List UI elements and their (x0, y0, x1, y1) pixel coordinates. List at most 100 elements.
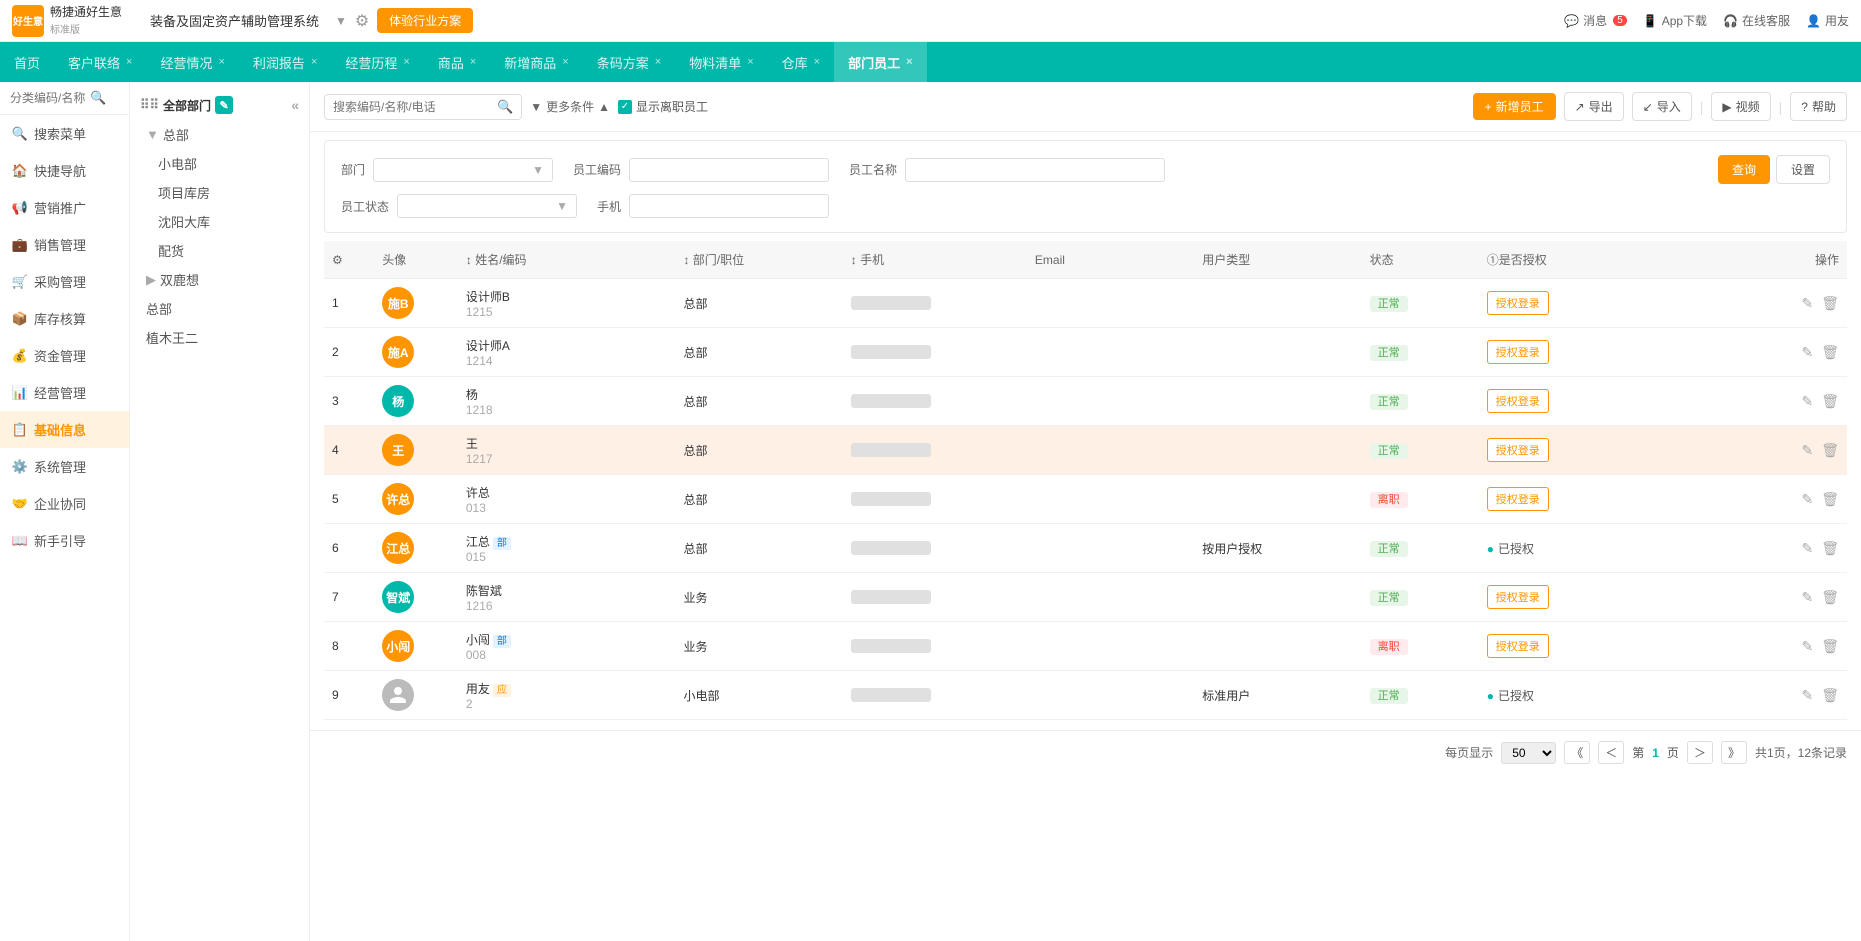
sidebar-search-icon[interactable]: 🔍 (90, 90, 106, 106)
dept-edit-icon[interactable]: ✎ (215, 96, 233, 114)
filter-dept-select[interactable]: ▼ (373, 158, 553, 182)
edit-btn[interactable]: ✎ (1801, 442, 1813, 459)
sidebar-item-basic[interactable]: 📋 基础信息 (0, 411, 129, 448)
auth-login-btn[interactable]: 授权登录 (1487, 340, 1549, 364)
dept-tree-zhenmuwang[interactable]: 植木王二 (130, 323, 309, 352)
next-btn[interactable]: ＞ (1687, 741, 1713, 764)
nav-tab-barcode[interactable]: 条码方案 × (583, 42, 675, 82)
more-filter-btn[interactable]: ▼ 更多条件 ▲ (530, 98, 610, 115)
auth-login-btn[interactable]: 授权登录 (1487, 585, 1549, 609)
online-service-btn[interactable]: 🎧 在线客服 (1723, 12, 1790, 29)
filter-status-select[interactable]: ▼ (397, 194, 577, 218)
delete-btn[interactable]: 🗑 (1821, 393, 1839, 410)
dept-tree-zongbu[interactable]: ▼ 总部 (130, 120, 309, 149)
dept-tree-zongbu2[interactable]: 总部 (130, 294, 309, 323)
nav-tab-operation-stat[interactable]: 经营情况 × (146, 42, 238, 82)
set-btn[interactable]: 设置 (1776, 155, 1830, 184)
filter-code-input[interactable] (629, 158, 829, 182)
dept-tree-distribution[interactable]: 配货 (130, 236, 309, 265)
sidebar-item-guide[interactable]: 📖 新手引导 (0, 522, 129, 559)
sys-title-dropdown[interactable]: ▼ (335, 14, 347, 28)
sidebar-item-purchase[interactable]: 🛒 采购管理 (0, 263, 129, 300)
delete-btn[interactable]: 🗑 (1821, 295, 1839, 312)
auth-login-btn[interactable]: 授权登录 (1487, 389, 1549, 413)
sidebar-item-search[interactable]: 🔍 搜索菜单 (0, 115, 129, 152)
filter-name-input[interactable] (905, 158, 1165, 182)
employee-code: 015 (466, 550, 486, 564)
edit-btn[interactable]: ✎ (1801, 540, 1813, 557)
sidebar-item-inventory[interactable]: 📦 库存核算 (0, 300, 129, 337)
delete-btn[interactable]: 🗑 (1821, 442, 1839, 459)
export-label: 导出 (1589, 98, 1613, 115)
sidebar-item-quicknav[interactable]: 🏠 快捷导航 (0, 152, 129, 189)
row-actions: ✎🗑 (1713, 475, 1847, 524)
auth-login-btn[interactable]: 授权登录 (1487, 634, 1549, 658)
auth-login-btn[interactable]: 授权登录 (1487, 438, 1549, 462)
delete-btn[interactable]: 🗑 (1821, 687, 1839, 704)
query-btn[interactable]: 查询 (1718, 155, 1770, 184)
dept-tree-shuangliu[interactable]: ▶ 双鹿想 (130, 265, 309, 294)
nav-tab-warehouse[interactable]: 仓库 × (768, 42, 834, 82)
delete-btn[interactable]: 🗑 (1821, 589, 1839, 606)
sidebar-item-operation[interactable]: 📊 经营管理 (0, 374, 129, 411)
edit-btn[interactable]: ✎ (1801, 295, 1813, 312)
employee-search-input[interactable] (333, 100, 493, 114)
sidebar-item-sales[interactable]: 💼 销售管理 (0, 226, 129, 263)
page-size-select[interactable]: 50 20 100 (1501, 742, 1556, 764)
sidebar-item-sys[interactable]: ⚙️ 系统管理 (0, 448, 129, 485)
show-resign-toggle[interactable]: ✓ 显示离职员工 (618, 98, 708, 115)
auth-login-btn[interactable]: 授权登录 (1487, 291, 1549, 315)
divider2: | (1779, 99, 1783, 115)
message-btn[interactable]: 💬 消息 5 (1564, 12, 1627, 29)
dept-tree-shenyang[interactable]: 沈阳大库 (130, 207, 309, 236)
pagination: 每页显示 50 20 100 《 ＜ 第 1 页 ＞ 》 共1页，12条记录 (310, 730, 1861, 774)
nav-tab-new-goods[interactable]: 新增商品 × (490, 42, 582, 82)
video-btn[interactable]: ▶ 视频 (1711, 92, 1770, 121)
edit-btn[interactable]: ✎ (1801, 638, 1813, 655)
app-download-btn[interactable]: 📱 App下载 (1643, 12, 1707, 29)
delete-btn[interactable]: 🗑 (1821, 344, 1839, 361)
add-employee-btn[interactable]: + 新增员工 (1473, 93, 1556, 120)
row-email (1027, 279, 1194, 328)
edit-btn[interactable]: ✎ (1801, 393, 1813, 410)
delete-btn[interactable]: 🗑 (1821, 638, 1839, 655)
edit-btn[interactable]: ✎ (1801, 589, 1813, 606)
edit-btn[interactable]: ✎ (1801, 687, 1813, 704)
trial-btn[interactable]: 体验行业方案 (377, 8, 473, 33)
dept-tree-xiaodian[interactable]: 小电部 (130, 149, 309, 178)
delete-btn[interactable]: 🗑 (1821, 491, 1839, 508)
dept-tree-project[interactable]: 项目库房 (130, 178, 309, 207)
settings-btn[interactable]: ⚙ (355, 11, 369, 31)
next-last-btn[interactable]: 》 (1721, 741, 1747, 764)
sidebar-item-marketing[interactable]: 📢 营销推广 (0, 189, 129, 226)
col-settings-header[interactable]: ⚙ (324, 241, 374, 279)
col-phone-header[interactable]: ↕ 手机 (843, 241, 1027, 279)
nav-tab-history[interactable]: 经营历程 × (331, 42, 423, 82)
edit-btn[interactable]: ✎ (1801, 491, 1813, 508)
nav-tab-home[interactable]: 首页 (0, 42, 54, 82)
filter-phone-input[interactable] (629, 194, 829, 218)
search-icon[interactable]: 🔍 (497, 99, 513, 115)
import-btn[interactable]: ↙ 导入 (1632, 92, 1692, 121)
nav-tab-employee[interactable]: 部门员工 × (834, 42, 926, 82)
sidebar-item-coop[interactable]: 🤝 企业协同 (0, 485, 129, 522)
row-usertype (1194, 573, 1361, 622)
avatar (382, 679, 414, 711)
col-dept-header[interactable]: ↕ 部门/职位 (675, 241, 842, 279)
col-name-header[interactable]: ↕ 姓名/编码 (458, 241, 676, 279)
help-btn[interactable]: ? 帮助 (1790, 92, 1847, 121)
nav-tab-customer[interactable]: 客户联络 × (54, 42, 146, 82)
nav-tab-profit[interactable]: 利润报告 × (239, 42, 331, 82)
prev-btn[interactable]: ＜ (1598, 741, 1624, 764)
dept-collapse-btn[interactable]: « (291, 97, 299, 113)
nav-tab-bom[interactable]: 物料清单 × (675, 42, 767, 82)
edit-btn[interactable]: ✎ (1801, 344, 1813, 361)
prev-first-btn[interactable]: 《 (1564, 741, 1590, 764)
auth-login-btn[interactable]: 授权登录 (1487, 487, 1549, 511)
user-avatar[interactable]: 👤 用友 (1806, 12, 1849, 29)
nav-tab-goods[interactable]: 商品 × (424, 42, 490, 82)
sidebar-search-input[interactable] (10, 91, 90, 105)
sidebar-item-finance[interactable]: 💰 资金管理 (0, 337, 129, 374)
export-btn[interactable]: ↗ 导出 (1564, 92, 1624, 121)
delete-btn[interactable]: 🗑 (1821, 540, 1839, 557)
